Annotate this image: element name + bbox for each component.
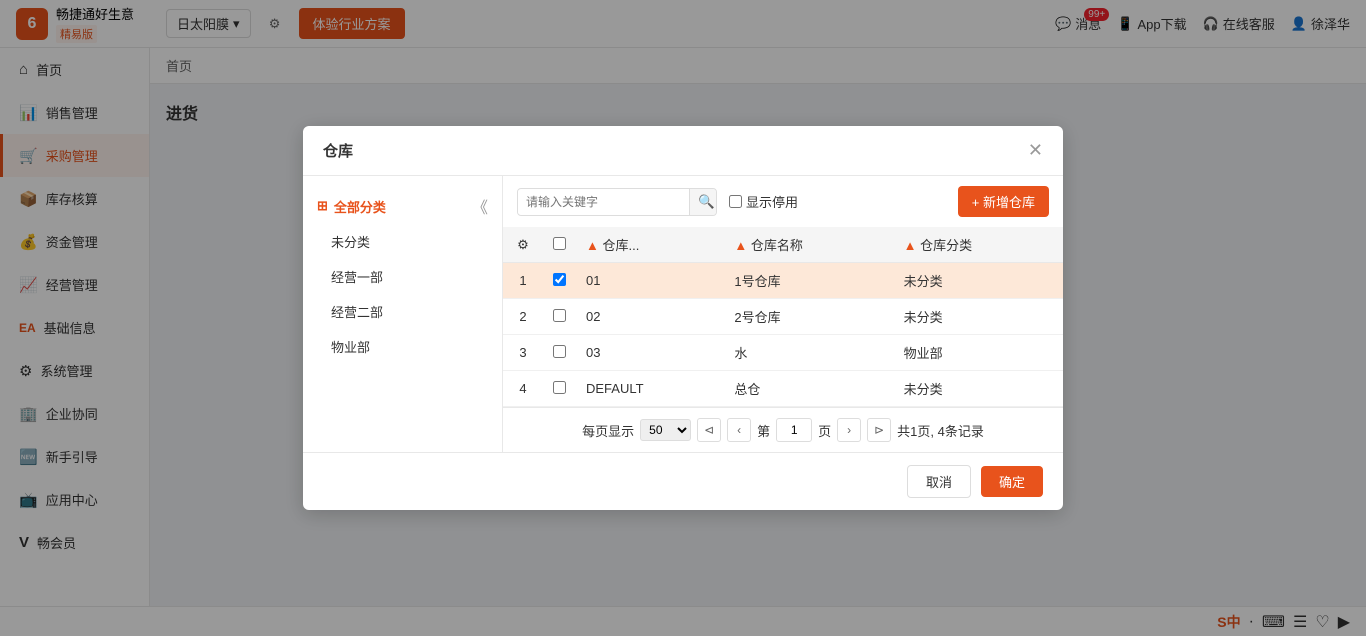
row-num: 4 (503, 371, 543, 407)
row-category: 未分类 (894, 299, 1063, 335)
modal-footer: 取消 确定 (303, 452, 1063, 510)
warehouse-table: ⚙ ▲ 仓库... ▲ (503, 227, 1063, 407)
show-disabled-label[interactable]: 显示停用 (729, 192, 798, 211)
cancel-button[interactable]: 取消 (907, 465, 971, 498)
table-scroll: ⚙ ▲ 仓库... ▲ (503, 227, 1063, 407)
th-checkbox (543, 227, 576, 263)
page-first-button[interactable]: ⊲ (697, 418, 721, 442)
search-box: 🔍 (517, 188, 717, 216)
total-info: 共1页, 4条记录 (897, 421, 984, 440)
sort-icon-cat: ▲ (904, 238, 917, 253)
modal-body: ⊞ 全部分类 《 未分类 经营一部 经营二部 物业部 🔍 (303, 176, 1063, 452)
category-item-ops1[interactable]: 经营一部 (303, 259, 502, 294)
all-category[interactable]: ⊞ 全部分类 (317, 197, 386, 216)
add-warehouse-button[interactable]: + 新增仓库 (958, 186, 1049, 217)
table-row[interactable]: 2 02 2号仓库 未分类 (503, 299, 1063, 335)
show-disabled-checkbox[interactable] (729, 195, 742, 208)
row-name: 2号仓库 (724, 299, 893, 335)
th-code: ▲ 仓库... (576, 227, 724, 263)
search-button[interactable]: 🔍 (689, 189, 717, 215)
table-header: ⚙ ▲ 仓库... ▲ (503, 227, 1063, 263)
row-code: 03 (576, 335, 724, 371)
row-category: 未分类 (894, 263, 1063, 299)
th-category: ▲ 仓库分类 (894, 227, 1063, 263)
grid-icon: ⊞ (317, 198, 328, 214)
table-toolbar: 🔍 显示停用 + 新增仓库 (503, 176, 1063, 227)
table-panel: 🔍 显示停用 + 新增仓库 ⚙ (503, 176, 1063, 452)
page-suffix: 页 (818, 421, 831, 440)
row-name: 总仓 (724, 371, 893, 407)
row-num: 3 (503, 335, 543, 371)
category-collapse-button[interactable]: 《 (472, 194, 488, 218)
sort-icon-name: ▲ (734, 238, 747, 253)
th-settings: ⚙ (503, 227, 543, 263)
row-checkbox[interactable] (553, 309, 566, 322)
search-input[interactable] (518, 190, 689, 214)
row-checkbox[interactable] (553, 273, 566, 286)
row-checkbox-cell (543, 263, 576, 299)
category-header: ⊞ 全部分类 《 (303, 188, 502, 224)
warehouse-modal: 仓库 ✕ ⊞ 全部分类 《 未分类 经营一部 经营二部 物业部 (303, 126, 1063, 510)
row-category: 物业部 (894, 335, 1063, 371)
show-disabled-text: 显示停用 (746, 192, 798, 211)
all-category-label: 全部分类 (334, 197, 386, 216)
modal-overlay: 仓库 ✕ ⊞ 全部分类 《 未分类 经营一部 经营二部 物业部 (0, 0, 1366, 636)
page-label: 第 (757, 421, 770, 440)
row-checkbox-cell (543, 299, 576, 335)
modal-header: 仓库 ✕ (303, 126, 1063, 176)
per-page-select[interactable]: 50 100 (640, 419, 691, 441)
row-checkbox-cell (543, 335, 576, 371)
row-checkbox[interactable] (553, 345, 566, 358)
row-checkbox-cell (543, 371, 576, 407)
page-next-button[interactable]: › (837, 418, 861, 442)
row-num: 2 (503, 299, 543, 335)
row-name: 水 (724, 335, 893, 371)
page-last-button[interactable]: ⊳ (867, 418, 891, 442)
row-code: 02 (576, 299, 724, 335)
modal-title: 仓库 (323, 140, 353, 161)
row-category: 未分类 (894, 371, 1063, 407)
sort-icon-code: ▲ (586, 238, 599, 253)
category-item-unclassified[interactable]: 未分类 (303, 224, 502, 259)
page-number-input[interactable] (776, 418, 812, 442)
row-checkbox[interactable] (553, 381, 566, 394)
select-all-checkbox[interactable] (553, 237, 566, 250)
table-body: 1 01 1号仓库 未分类 2 (503, 263, 1063, 407)
th-name: ▲ 仓库名称 (724, 227, 893, 263)
table-row[interactable]: 4 DEFAULT 总仓 未分类 (503, 371, 1063, 407)
per-page-label: 每页显示 (582, 421, 634, 440)
toolbar-left: 🔍 显示停用 (517, 188, 798, 216)
row-num: 1 (503, 263, 543, 299)
category-item-ops2[interactable]: 经营二部 (303, 294, 502, 329)
row-name: 1号仓库 (724, 263, 893, 299)
table-row[interactable]: 1 01 1号仓库 未分类 (503, 263, 1063, 299)
row-code: 01 (576, 263, 724, 299)
table-row[interactable]: 3 03 水 物业部 (503, 335, 1063, 371)
category-panel: ⊞ 全部分类 《 未分类 经营一部 经营二部 物业部 (303, 176, 503, 452)
page-prev-button[interactable]: ‹ (727, 418, 751, 442)
modal-close-button[interactable]: ✕ (1028, 140, 1043, 161)
confirm-button[interactable]: 确定 (981, 466, 1043, 497)
pagination: 每页显示 50 100 ⊲ ‹ 第 页 › ⊳ 共1页, 4条记录 (503, 407, 1063, 452)
row-code: DEFAULT (576, 371, 724, 407)
category-item-property[interactable]: 物业部 (303, 329, 502, 364)
